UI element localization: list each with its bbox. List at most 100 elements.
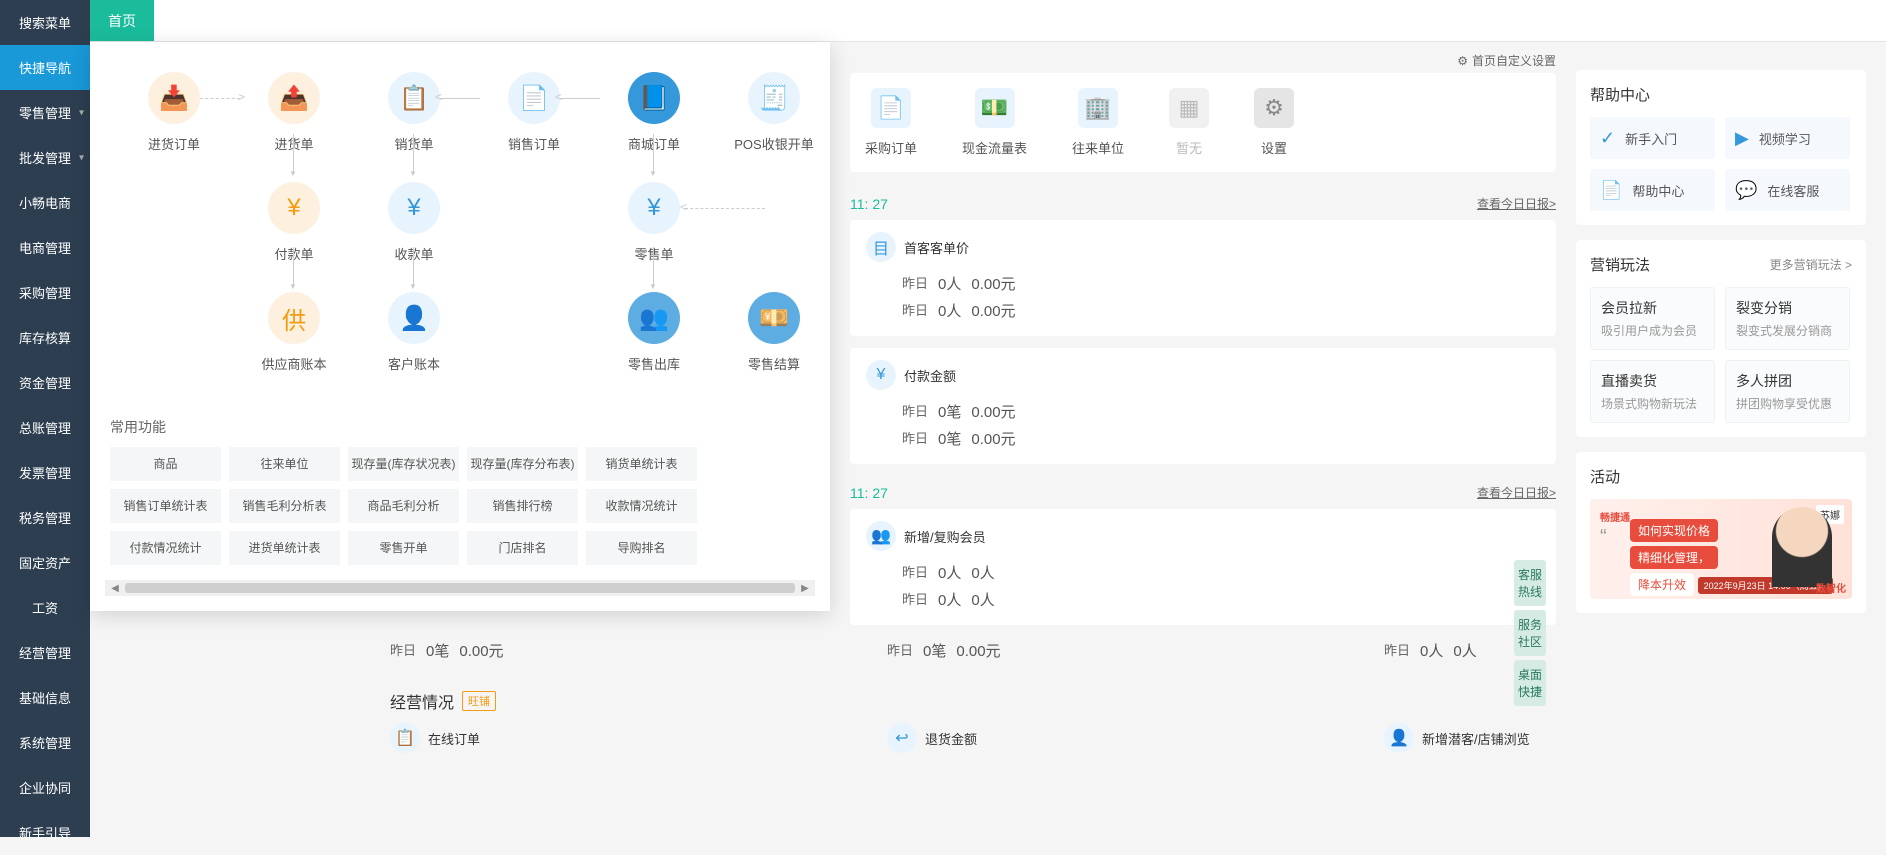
flow-receipt[interactable]: ¥收款单: [355, 182, 473, 263]
pos-icon: 🧾: [748, 72, 800, 124]
list-icon: 📄: [508, 72, 560, 124]
common-functions-grid: 商品 往来单位 现存量(库存状况表) 现存量(库存分布表) 销货单统计表 销售订…: [105, 447, 815, 565]
sidebar-item-basic[interactable]: 基础信息: [0, 675, 90, 720]
sidebar-item-retail[interactable]: 零售管理▾: [0, 90, 90, 135]
horizontal-scrollbar[interactable]: ◀ ▶: [105, 580, 815, 596]
sidebar-item-ledger[interactable]: 总账管理: [0, 405, 90, 450]
panel-title: 帮助中心: [1590, 84, 1852, 105]
placeholder-icon: ▦: [1169, 88, 1209, 128]
flow-sales-slip[interactable]: 📋销货单: [355, 72, 473, 153]
common-btn[interactable]: 收款情况统计: [586, 489, 697, 523]
side-tab-desktop[interactable]: 桌面快捷: [1514, 660, 1546, 706]
sidebar-item-xiaochang[interactable]: 小畅电商: [0, 180, 90, 225]
sidebar-item-assets[interactable]: 固定资产: [0, 540, 90, 585]
customer-icon: 👤: [388, 292, 440, 344]
activity-banner[interactable]: 畅捷通 “ 如何实现价格 精细化管理， 降本升效 2022年9月23日 14:0…: [1590, 499, 1852, 599]
common-btn[interactable]: 销售排行榜: [467, 489, 578, 523]
arrow-down-icon: [413, 247, 414, 287]
sidebar-item-operation[interactable]: 经营管理: [0, 630, 90, 675]
quick-settings[interactable]: ⚙设置: [1254, 88, 1294, 157]
scroll-right-icon[interactable]: ▶: [799, 583, 811, 594]
section-title: 经营情况: [390, 689, 454, 713]
common-btn[interactable]: 零售开单: [348, 531, 459, 565]
presenter-avatar: [1772, 507, 1832, 587]
sidebar-item-system[interactable]: 系统管理: [0, 720, 90, 765]
flow-retail-out[interactable]: 👥零售出库: [595, 292, 713, 373]
common-btn[interactable]: 现存量(库存状况表): [348, 447, 459, 481]
common-btn[interactable]: 门店排名: [467, 531, 578, 565]
tab-home[interactable]: 首页: [90, 0, 154, 41]
common-btn[interactable]: 往来单位: [229, 447, 340, 481]
check-icon: ✓: [1600, 128, 1615, 149]
sidebar-item-funds[interactable]: 资金管理: [0, 360, 90, 405]
mkt-livestream[interactable]: 直播卖货场景式购物新玩法: [1590, 360, 1715, 423]
customize-homepage-link[interactable]: ⚙首页自定义设置: [1457, 52, 1556, 69]
refund-icon: ↩: [887, 723, 917, 753]
time-label: 11: 27: [850, 196, 888, 212]
mkt-fission[interactable]: 裂变分销裂变式发展分销商: [1725, 287, 1850, 350]
sidebar-item-salary[interactable]: 工资: [0, 585, 90, 630]
flow-sales-order[interactable]: 📄销售订单: [475, 72, 593, 153]
flow-customer-ledger[interactable]: 👤客户账本: [355, 292, 473, 373]
members-icon: 👥: [866, 521, 896, 551]
common-btn[interactable]: 进货单统计表: [229, 531, 340, 565]
sidebar-item-search[interactable]: 搜索菜单: [0, 0, 90, 45]
common-btn[interactable]: 销售毛利分析表: [229, 489, 340, 523]
sidebar-item-quicknav[interactable]: 快捷导航: [0, 45, 90, 90]
doc-out-icon: 📤: [268, 72, 320, 124]
sidebar-item-tax[interactable]: 税务管理: [0, 495, 90, 540]
more-marketing-link[interactable]: 更多营销玩法 >: [1770, 256, 1852, 273]
help-center[interactable]: 📄帮助中心: [1590, 169, 1715, 211]
yen-icon: ¥: [268, 182, 320, 234]
flow-payment[interactable]: ¥付款单: [235, 182, 353, 263]
common-btn[interactable]: 商品毛利分析: [348, 489, 459, 523]
side-tab-community[interactable]: 服务社区: [1514, 610, 1546, 656]
section-badge: 旺铺: [462, 691, 496, 711]
common-functions-title: 常用功能: [110, 417, 815, 437]
help-video[interactable]: ▶视频学习: [1725, 117, 1850, 159]
flow-vendor-ledger[interactable]: 供供应商账本: [235, 292, 353, 373]
daily-report-link[interactable]: 查看今日日报>: [1477, 195, 1556, 212]
sidebar-item-collab[interactable]: 企业协同: [0, 765, 90, 810]
mkt-member-acquire[interactable]: 会员拉新吸引用户成为会员: [1590, 287, 1715, 350]
help-newbie[interactable]: ✓新手入门: [1590, 117, 1715, 159]
flow-retail-settle[interactable]: 💴零售结算: [715, 292, 833, 373]
arrow-icon: [200, 98, 240, 99]
common-btn[interactable]: 付款情况统计: [110, 531, 221, 565]
sidebar-item-inventory[interactable]: 库存核算: [0, 315, 90, 360]
flow-pos[interactable]: 🧾POS收银开单: [715, 72, 833, 153]
scroll-thumb[interactable]: [125, 583, 795, 593]
sidebar-item-purchase[interactable]: 采购管理: [0, 270, 90, 315]
mkt-groupbuy[interactable]: 多人拼团拼团购物享受优惠: [1725, 360, 1850, 423]
common-btn[interactable]: 商品: [110, 447, 221, 481]
sidebar-item-ecommerce[interactable]: 电商管理: [0, 225, 90, 270]
quick-purchase-order[interactable]: 📄采购订单: [865, 88, 917, 157]
help-center-panel: 帮助中心 ✓新手入门 ▶视频学习 📄帮助中心 💬在线客服: [1576, 70, 1866, 225]
scroll-left-icon[interactable]: ◀: [109, 583, 121, 594]
sidebar-item-wholesale[interactable]: 批发管理▾: [0, 135, 90, 180]
quick-cashflow[interactable]: 💵现金流量表: [962, 88, 1027, 157]
help-chat[interactable]: 💬在线客服: [1725, 169, 1850, 211]
common-btn[interactable]: 导购排名: [586, 531, 697, 565]
daily-report-link[interactable]: 查看今日日报>: [1477, 484, 1556, 501]
side-tab-hotline[interactable]: 客服热线: [1514, 560, 1546, 606]
sidebar-item-guide[interactable]: 新手引导: [0, 810, 90, 855]
quick-links: 📄采购订单 💵现金流量表 🏢往来单位 ▦暂无 ⚙设置: [850, 73, 1556, 172]
flow-goods-in[interactable]: 📤进货单: [235, 72, 353, 153]
doc-icon: 📄: [1600, 180, 1622, 201]
flow-mall-order[interactable]: 📘商城订单: [595, 72, 713, 153]
common-btn[interactable]: 销货单统计表: [586, 447, 697, 481]
yen-icon: ¥: [628, 182, 680, 234]
quick-contacts[interactable]: 🏢往来单位: [1072, 88, 1124, 157]
quick-empty[interactable]: ▦暂无: [1169, 88, 1209, 157]
flow-purchase-order[interactable]: 📥进货订单: [115, 72, 233, 153]
sidebar-item-invoice[interactable]: 发票管理: [0, 450, 90, 495]
money-icon: 💵: [975, 88, 1015, 128]
gear-icon: ⚙: [1457, 54, 1468, 68]
common-btn[interactable]: 销售订单统计表: [110, 489, 221, 523]
quick-nav-mega-menu: 📥进货订单 📤进货单 📋销货单 📄销售订单 📘商城订单 🧾POS收银开单 ¥付款…: [90, 42, 830, 611]
flow-retail-slip[interactable]: ¥零售单: [595, 182, 713, 263]
common-btn[interactable]: 现存量(库存分布表): [467, 447, 578, 481]
list-icon: 📋: [388, 72, 440, 124]
visitor-icon: 👤: [1384, 723, 1414, 753]
